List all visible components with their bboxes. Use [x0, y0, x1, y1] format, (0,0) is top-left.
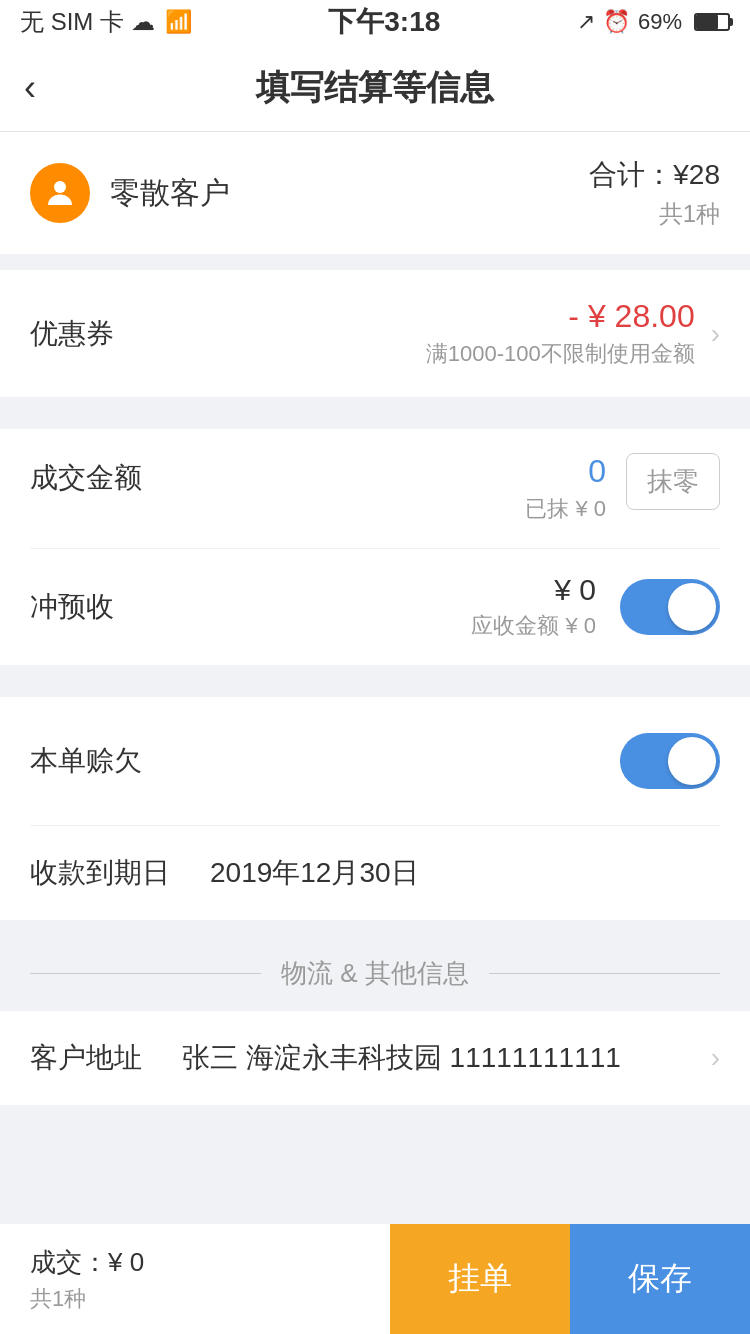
- customer-count: 共1种: [589, 198, 720, 230]
- back-button[interactable]: ‹: [24, 67, 36, 109]
- main-content: 零散客户 合计：¥28 共1种 优惠券 - ¥ 28.00 满1000-100不…: [0, 132, 750, 1241]
- bottom-info: 成交：¥ 0 共1种: [0, 1245, 390, 1314]
- bottom-count: 共1种: [30, 1284, 360, 1314]
- deal-amount-sub: 已抹 ¥ 0: [525, 494, 606, 524]
- battery-icon: [694, 13, 730, 31]
- prepay-label: 冲预收: [30, 588, 114, 626]
- prepay-toggle-knob: [668, 583, 716, 631]
- prepay-row: 冲预收 ¥ 0 应收金额 ¥ 0: [0, 549, 750, 665]
- prepay-right: ¥ 0 应收金额 ¥ 0: [471, 573, 720, 641]
- round-zero-button[interactable]: 抹零: [626, 453, 720, 510]
- address-value: 张三 海淀永丰科技园 11111111111: [182, 1039, 711, 1077]
- coupon-value-block: - ¥ 28.00 满1000-100不限制使用金额: [426, 298, 695, 369]
- prepay-value-block: ¥ 0 应收金额 ¥ 0: [471, 573, 596, 641]
- status-time: 下午3:18: [328, 3, 440, 41]
- coupon-label: 优惠券: [30, 315, 114, 353]
- logistics-line-left: [30, 973, 261, 974]
- credit-label: 本单赊欠: [30, 742, 142, 780]
- bottom-bar: 成交：¥ 0 共1种 挂单 保存: [0, 1224, 750, 1334]
- alarm-icon: ⏰: [603, 9, 630, 35]
- battery-label: 69%: [638, 9, 682, 35]
- logistics-header: 物流 & 其他信息: [0, 936, 750, 1011]
- credit-section: 本单赊欠 收款到期日 2019年12月30日: [0, 697, 750, 920]
- due-date-row[interactable]: 收款到期日 2019年12月30日: [0, 826, 750, 920]
- logistics-label: 物流 & 其他信息: [281, 956, 469, 991]
- hang-button[interactable]: 挂单: [390, 1224, 570, 1334]
- customer-total: 合计：¥28: [589, 156, 720, 194]
- deal-amount-value[interactable]: 0: [525, 453, 606, 490]
- section-separator-2: [0, 681, 750, 697]
- due-date-value: 2019年12月30日: [210, 854, 419, 892]
- bottom-deal-value: ¥ 0: [108, 1247, 144, 1277]
- address-label: 客户地址: [30, 1039, 142, 1077]
- page-title: 填写结算等信息: [256, 65, 494, 111]
- svg-point-0: [54, 181, 66, 193]
- customer-avatar: [30, 163, 90, 223]
- bottom-deal-label: 成交：¥ 0: [30, 1245, 360, 1280]
- status-right: ↗ ⏰ 69%: [577, 9, 730, 35]
- coupon-row[interactable]: 优惠券 - ¥ 28.00 满1000-100不限制使用金额 ›: [0, 270, 750, 397]
- save-button[interactable]: 保存: [570, 1224, 750, 1334]
- customer-left: 零散客户: [30, 163, 230, 223]
- sim-label: 无 SIM 卡 ☁: [20, 6, 155, 38]
- deal-amount-label: 成交金额: [30, 453, 142, 497]
- customer-right: 合计：¥28 共1种: [589, 156, 720, 230]
- credit-toggle-knob: [668, 737, 716, 785]
- customer-name: 零散客户: [110, 173, 230, 214]
- customer-row: 零散客户 合计：¥28 共1种: [0, 132, 750, 254]
- deal-amount-input-block: 0 已抹 ¥ 0: [525, 453, 606, 524]
- location-icon: ↗: [577, 9, 595, 35]
- coupon-chevron-icon: ›: [711, 318, 720, 350]
- prepay-sub: 应收金额 ¥ 0: [471, 611, 596, 641]
- status-bar: 无 SIM 卡 ☁ 📶 下午3:18 ↗ ⏰ 69%: [0, 0, 750, 44]
- status-left: 无 SIM 卡 ☁ 📶: [20, 6, 192, 38]
- address-chevron-icon: ›: [711, 1042, 720, 1074]
- deal-amount-right: 0 已抹 ¥ 0 抹零: [525, 453, 720, 524]
- credit-row: 本单赊欠: [0, 697, 750, 825]
- prepay-toggle[interactable]: [620, 579, 720, 635]
- section-separator-1: [0, 413, 750, 429]
- address-row[interactable]: 客户地址 张三 海淀永丰科技园 11111111111 ›: [0, 1011, 750, 1105]
- due-date-label: 收款到期日: [30, 854, 170, 892]
- customer-section: 零散客户 合计：¥28 共1种: [0, 132, 750, 254]
- prepay-amount: ¥ 0: [471, 573, 596, 607]
- deal-amount-row: 成交金额 0 已抹 ¥ 0 抹零: [0, 429, 750, 548]
- logistics-line-right: [489, 973, 720, 974]
- coupon-value: - ¥ 28.00: [426, 298, 695, 335]
- coupon-right: - ¥ 28.00 满1000-100不限制使用金额 ›: [426, 298, 720, 369]
- person-icon: [42, 175, 78, 211]
- address-section[interactable]: 客户地址 张三 海淀永丰科技园 11111111111 ›: [0, 1011, 750, 1105]
- wifi-icon: 📶: [165, 9, 192, 35]
- deal-amount-section: 成交金额 0 已抹 ¥ 0 抹零 冲预收 ¥ 0 应收金额 ¥ 0: [0, 429, 750, 665]
- bottom-deal-text: 成交：: [30, 1247, 108, 1277]
- coupon-section[interactable]: 优惠券 - ¥ 28.00 满1000-100不限制使用金额 ›: [0, 270, 750, 397]
- coupon-subtext: 满1000-100不限制使用金额: [426, 339, 695, 369]
- credit-toggle[interactable]: [620, 733, 720, 789]
- nav-bar: ‹ 填写结算等信息: [0, 44, 750, 132]
